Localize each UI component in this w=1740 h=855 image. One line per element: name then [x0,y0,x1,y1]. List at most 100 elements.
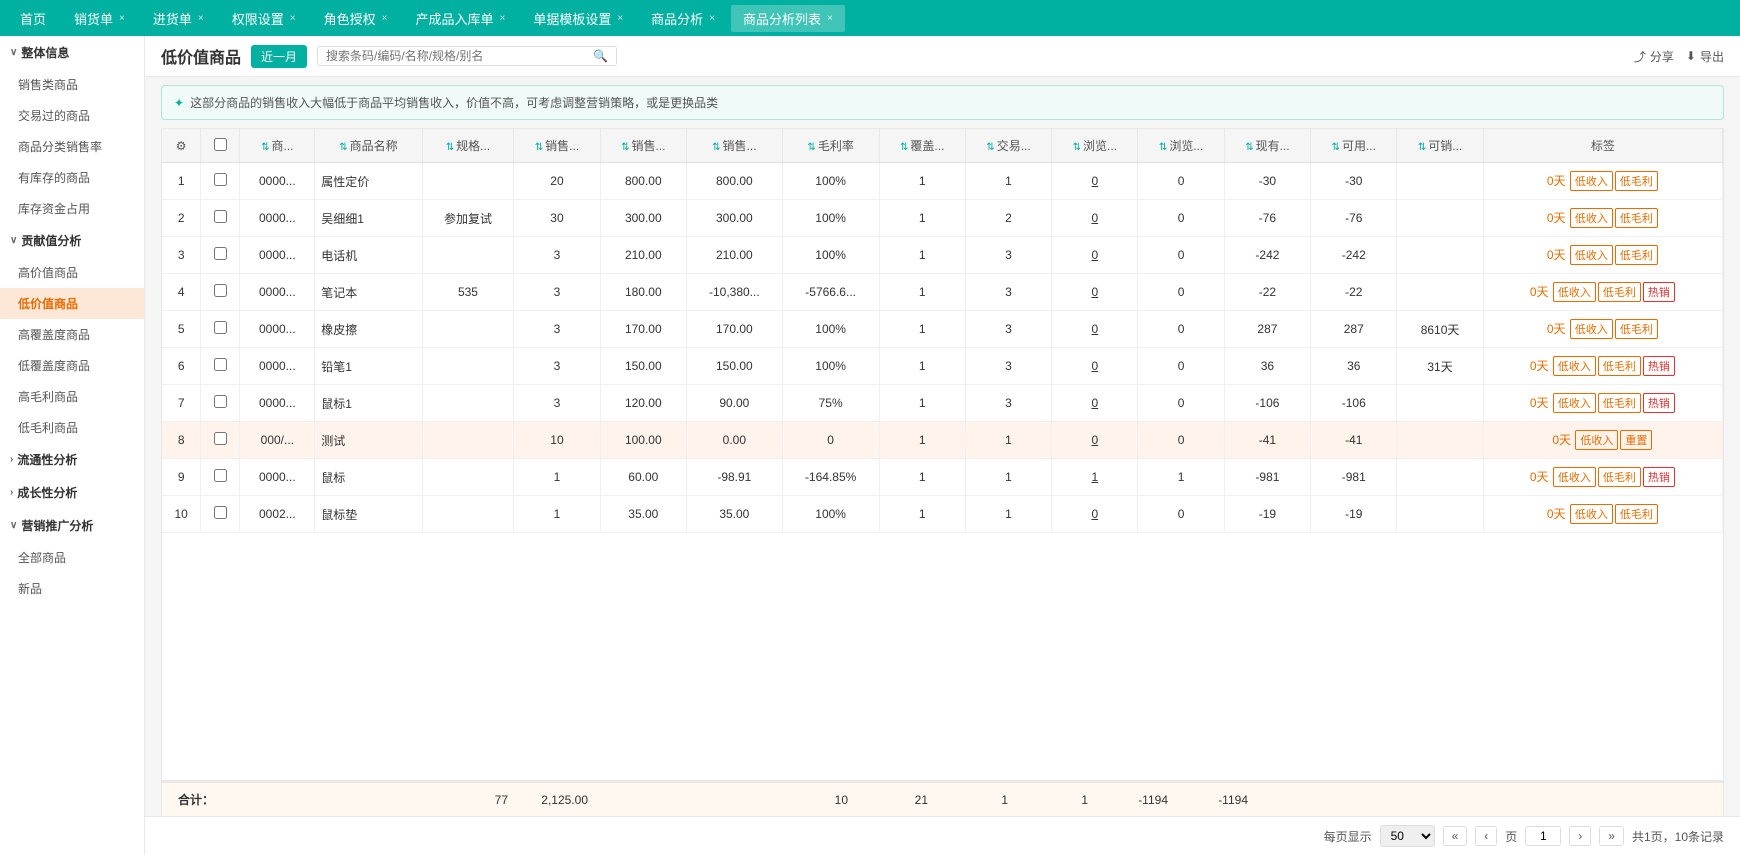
page-size-select[interactable]: 50 100 [1380,825,1435,847]
search-icon[interactable]: 🔍 [593,49,608,63]
view1-link[interactable]: 0 [1091,433,1098,447]
view1-link[interactable]: 0 [1091,322,1098,336]
page-number-input[interactable] [1525,826,1561,846]
sidebar-item-低毛利商品[interactable]: 低毛利商品 [0,412,144,443]
time-filter-button[interactable]: 近一月 [251,45,307,68]
col-spec[interactable]: ⇅规格... [422,129,514,163]
export-button[interactable]: ⬇ 导出 [1686,48,1724,65]
row-view1[interactable]: 0 [1052,348,1138,385]
view1-link[interactable]: 1 [1091,470,1098,484]
view1-link[interactable]: 0 [1091,248,1098,262]
sidebar-item-商品分类销售率[interactable]: 商品分类销售率 [0,131,144,162]
share-button[interactable]: ⤴ 分享 [1634,48,1674,65]
row-checkbox[interactable] [201,385,240,422]
col-code[interactable]: ⇅商... [240,129,315,163]
row-view1[interactable]: 0 [1052,237,1138,274]
col-avail[interactable]: ⇅可用... [1311,129,1397,163]
close-icon[interactable]: × [617,13,623,24]
sidebar-group-整体信息[interactable]: ∨整体信息 [0,36,144,69]
col-sale2[interactable]: ⇅销售... [686,129,782,163]
row-checkbox[interactable] [201,459,240,496]
sidebar-item-低覆盖度商品[interactable]: 低覆盖度商品 [0,350,144,381]
sidebar-item-销售类商品[interactable]: 销售类商品 [0,69,144,100]
col-view1[interactable]: ⇅浏览... [1052,129,1138,163]
select-all-checkbox[interactable] [214,138,227,151]
sidebar-group-流通性分析[interactable]: ›流通性分析 [0,443,144,476]
sidebar-item-高毛利商品[interactable]: 高毛利商品 [0,381,144,412]
close-icon[interactable]: × [290,13,296,24]
nav-item-产成品入库单[interactable]: 产成品入库单× [403,5,517,32]
sidebar-item-库存资金占用[interactable]: 库存资金占用 [0,193,144,224]
col-view2[interactable]: ⇅浏览... [1138,129,1224,163]
nav-item-单据模板设置[interactable]: 单据模板设置× [521,5,635,32]
col-cover[interactable]: ⇅覆盖... [879,129,965,163]
row-checkbox[interactable] [201,237,240,274]
row-select-checkbox[interactable] [214,432,227,445]
row-view1[interactable]: 0 [1052,496,1138,533]
close-icon[interactable]: × [119,13,125,24]
row-checkbox[interactable] [201,274,240,311]
sidebar-item-交易过的商品[interactable]: 交易过的商品 [0,100,144,131]
view1-link[interactable]: 0 [1091,507,1098,521]
sidebar-item-高覆盖度商品[interactable]: 高覆盖度商品 [0,319,144,350]
row-view1[interactable]: 1 [1052,459,1138,496]
nav-item-权限设置[interactable]: 权限设置× [220,5,308,32]
view1-link[interactable]: 0 [1091,174,1098,188]
col-name[interactable]: ⇅商品名称 [315,129,422,163]
view1-link[interactable]: 0 [1091,285,1098,299]
row-select-checkbox[interactable] [214,173,227,186]
row-select-checkbox[interactable] [214,284,227,297]
nav-item-角色授权[interactable]: 角色授权× [312,5,400,32]
search-input[interactable] [326,49,593,63]
row-view1[interactable]: 0 [1052,163,1138,200]
close-icon[interactable]: × [382,13,388,24]
row-select-checkbox[interactable] [214,210,227,223]
view1-link[interactable]: 0 [1091,396,1098,410]
row-view1[interactable]: 0 [1052,385,1138,422]
prev-page-button[interactable]: ‹ [1475,826,1497,846]
col-saleable[interactable]: ⇅可销... [1397,129,1483,163]
close-icon[interactable]: × [499,13,505,24]
row-select-checkbox[interactable] [214,395,227,408]
sidebar-item-有库存的商品[interactable]: 有库存的商品 [0,162,144,193]
col-sale1[interactable]: ⇅销售... [600,129,686,163]
close-icon[interactable]: × [198,13,204,24]
row-view1[interactable]: 0 [1052,274,1138,311]
row-select-checkbox[interactable] [214,358,227,371]
close-icon[interactable]: × [709,13,715,24]
row-select-checkbox[interactable] [214,506,227,519]
row-checkbox[interactable] [201,163,240,200]
nav-item-进货单[interactable]: 进货单× [141,5,216,32]
row-select-checkbox[interactable] [214,321,227,334]
row-checkbox[interactable] [201,311,240,348]
sidebar-item-高价值商品[interactable]: 高价值商品 [0,257,144,288]
nav-item-商品分析列表[interactable]: 商品分析列表× [731,5,845,32]
row-view1[interactable]: 0 [1052,422,1138,459]
row-checkbox[interactable] [201,496,240,533]
row-checkbox[interactable] [201,348,240,385]
sidebar-item-新品[interactable]: 新品 [0,573,144,604]
col-margin[interactable]: ⇅毛利率 [782,129,879,163]
last-page-button[interactable]: » [1599,826,1624,846]
sidebar-group-成长性分析[interactable]: ›成长性分析 [0,476,144,509]
nav-item-销货单[interactable]: 销货单× [62,5,137,32]
col-settings[interactable]: ⚙ [162,129,201,163]
row-checkbox[interactable] [201,200,240,237]
view1-link[interactable]: 0 [1091,359,1098,373]
close-icon[interactable]: × [827,13,833,24]
col-checkbox[interactable] [201,129,240,163]
sidebar-item-全部商品[interactable]: 全部商品 [0,542,144,573]
row-checkbox[interactable] [201,422,240,459]
first-page-button[interactable]: « [1443,826,1468,846]
view1-link[interactable]: 0 [1091,211,1098,225]
col-qty[interactable]: ⇅销售... [514,129,600,163]
col-stock[interactable]: ⇅现有... [1224,129,1310,163]
row-view1[interactable]: 0 [1052,311,1138,348]
row-select-checkbox[interactable] [214,247,227,260]
sidebar-item-低价值商品[interactable]: 低价值商品 [0,288,144,319]
sidebar-group-营销推广分析[interactable]: ∨营销推广分析 [0,509,144,542]
nav-item-商品分析[interactable]: 商品分析× [639,5,727,32]
row-select-checkbox[interactable] [214,469,227,482]
next-page-button[interactable]: › [1569,826,1591,846]
col-trade[interactable]: ⇅交易... [965,129,1051,163]
